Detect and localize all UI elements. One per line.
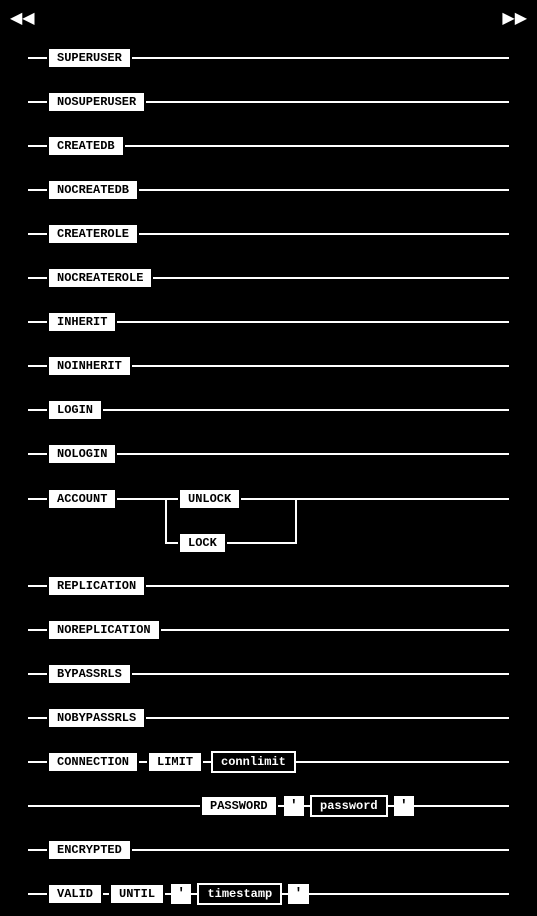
branch-right-cont [297,498,509,500]
row-valid: VALID UNTIL ' timestamp ' [0,872,537,916]
token-lock: LOCK [178,532,227,554]
row-password: PASSWORD ' password ' [0,784,537,828]
row-account-branch: ACCOUNT UNLOCK LOCK [0,476,537,564]
row-noreplication: NOREPLICATION [0,608,537,652]
token-password-kw: PASSWORD [200,795,278,817]
row-nosuperuser: NOSUPERUSER [0,80,537,124]
row-createdb: CREATEDB [0,124,537,168]
row-noinherit: NOINHERIT [0,344,537,388]
token-nobypassrls: NOBYPASSRLS [47,707,146,729]
token-quote2-pw: ' [394,796,414,816]
row-nocreaterole: NOCREATEROLE [0,256,537,300]
row-superuser: SUPERUSER [0,36,537,80]
branch-vert-left [165,498,167,542]
token-createdb: CREATEDB [47,135,125,157]
token-unlock: UNLOCK [178,488,241,510]
row-replication: REPLICATION [0,564,537,608]
token-limit: LIMIT [147,751,203,773]
token-nocreaterole: NOCREATEROLE [47,267,153,289]
token-account: ACCOUNT [47,488,117,510]
row-createrole: CREATEROLE [0,212,537,256]
diagram: ◀◀ ▶▶ SUPERUSER NOSUPERUSER CREATEDB NOC… [0,0,537,916]
token-superuser: SUPERUSER [47,47,132,69]
token-password-var: password [310,795,388,817]
token-quote2-ts: ' [288,884,308,904]
token-nologin: NOLOGIN [47,443,117,465]
token-nocreatedb: NOCREATEDB [47,179,139,201]
row-bypassrls: BYPASSRLS [0,652,537,696]
token-quote1-ts: ' [171,884,191,904]
token-valid: VALID [47,883,103,905]
token-login: LOGIN [47,399,103,421]
row-nologin: NOLOGIN [0,432,537,476]
token-noreplication: NOREPLICATION [47,619,161,641]
token-connlimit: connlimit [211,751,296,773]
row-connection: CONNECTION LIMIT connlimit [0,740,537,784]
token-connection: CONNECTION [47,751,139,773]
token-replication: REPLICATION [47,575,146,597]
token-inherit: INHERIT [47,311,117,333]
row-nocreatedb: NOCREATEDB [0,168,537,212]
branch-vert-right [295,498,297,542]
token-until: UNTIL [109,883,165,905]
token-nosuperuser: NOSUPERUSER [47,91,146,113]
token-bypassrls: BYPASSRLS [47,663,132,685]
prev-arrow[interactable]: ◀◀ [10,8,35,28]
token-createrole: CREATEROLE [47,223,139,245]
next-arrow[interactable]: ▶▶ [502,8,527,28]
row-nobypassrls: NOBYPASSRLS [0,696,537,740]
token-timestamp: timestamp [197,883,282,905]
token-quote1-pw: ' [284,796,304,816]
nav-row: ◀◀ ▶▶ [0,0,537,36]
row-encrypted: ENCRYPTED [0,828,537,872]
row-login: LOGIN [0,388,537,432]
token-encrypted: ENCRYPTED [47,839,132,861]
row-inherit: INHERIT [0,300,537,344]
token-noinherit: NOINHERIT [47,355,132,377]
